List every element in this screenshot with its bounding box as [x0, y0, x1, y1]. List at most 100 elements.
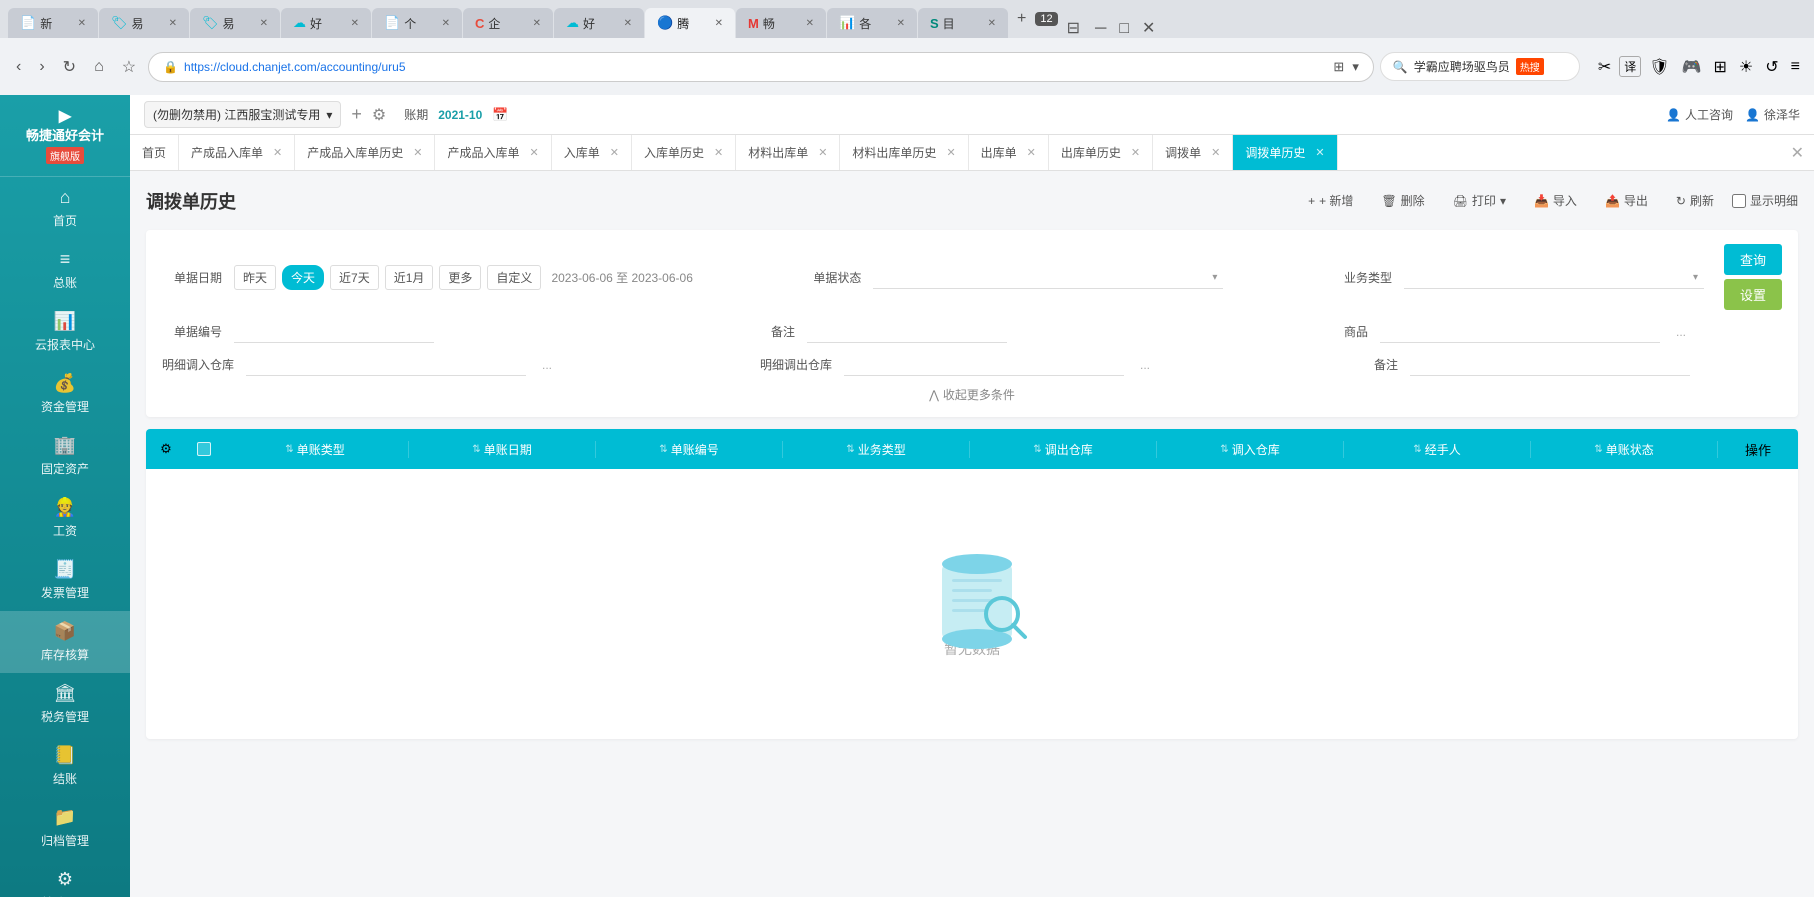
back-button[interactable]: ‹ — [10, 54, 27, 80]
page-tab-close-6[interactable]: ✕ — [818, 146, 827, 159]
close-icon[interactable]: ✕ — [1136, 18, 1161, 38]
th-checkbox[interactable] — [186, 442, 222, 456]
page-tab-close-3[interactable]: ✕ — [530, 146, 539, 159]
delete-button[interactable]: 🗑 删除 — [1371, 187, 1434, 214]
goods-ellipsis[interactable]: ... — [1672, 325, 1690, 339]
status-select[interactable] — [873, 266, 1223, 289]
show-all-button[interactable]: 显示明细 — [1732, 192, 1798, 209]
page-tab-11[interactable]: 调拨单历史 ✕ — [1233, 135, 1337, 171]
theme-icon[interactable]: ☀ — [1735, 55, 1757, 79]
undo-icon[interactable]: ↺ — [1761, 55, 1782, 79]
browser-tab-11[interactable]: S 目 ✕ — [918, 8, 1008, 38]
tab-list-icon[interactable]: ⊟ — [1059, 18, 1088, 38]
date-btn-today[interactable]: 今天 — [282, 265, 324, 290]
minimize-icon[interactable]: ─ — [1089, 20, 1112, 38]
remark2-input[interactable] — [1410, 353, 1690, 376]
address-dropdown-icon[interactable]: ▾ — [1352, 59, 1359, 75]
browser-tab-1[interactable]: 📄 新 ✕ — [8, 8, 98, 38]
sidebar-item-invoice[interactable]: 🧾 发票管理 — [0, 549, 130, 611]
doc-num-input[interactable] — [234, 320, 434, 343]
th-doc-status[interactable]: ⇅ 单账状态 — [1531, 441, 1718, 458]
browser-tab-5[interactable]: 📄 个 ✕ — [372, 8, 462, 38]
share-icon[interactable]: ⊞ — [1333, 59, 1344, 75]
filter-settings-button[interactable]: 设置 — [1724, 279, 1782, 310]
page-tab-close-5[interactable]: ✕ — [714, 146, 723, 159]
tab-close-4[interactable]: ✕ — [351, 18, 359, 29]
page-tab-10[interactable]: 调拨单 ✕ — [1153, 135, 1233, 171]
page-tab-close-8[interactable]: ✕ — [1027, 146, 1036, 159]
tab-close-3[interactable]: ✕ — [260, 18, 268, 29]
tab-close-10[interactable]: ✕ — [897, 18, 905, 29]
reload-button[interactable]: ↻ — [57, 53, 82, 81]
user-info[interactable]: 👤 徐泽华 — [1745, 106, 1800, 123]
calendar-icon[interactable]: 📅 — [492, 107, 508, 123]
tab-close-7[interactable]: ✕ — [624, 18, 632, 29]
page-tab-close-9[interactable]: ✕ — [1131, 146, 1140, 159]
date-btn-more[interactable]: 更多 — [439, 265, 481, 290]
bookmark-button[interactable]: ☆ — [116, 53, 142, 81]
date-btn-custom[interactable]: 自定义 — [487, 265, 541, 290]
shield-icon[interactable]: 🛡 — [1645, 55, 1673, 79]
detail-in-ellipsis[interactable]: ... — [538, 358, 556, 372]
translate-icon[interactable]: 译 — [1619, 56, 1641, 77]
settings-company-button[interactable]: ⚙ — [372, 105, 386, 125]
browser-tab-10[interactable]: 📊 各 ✕ — [827, 8, 917, 38]
new-button[interactable]: + + 新增 — [1298, 187, 1363, 214]
tab-close-11[interactable]: ✕ — [988, 18, 996, 29]
th-out-warehouse[interactable]: ⇅ 调出仓库 — [970, 441, 1157, 458]
maximize-icon[interactable]: □ — [1113, 20, 1135, 38]
home-button[interactable]: ⌂ — [88, 54, 110, 80]
remark-input[interactable] — [807, 320, 1007, 343]
sidebar-item-inventory[interactable]: 📦 库存核算 — [0, 611, 130, 673]
browser-tab-3[interactable]: 🏷 易 ✕ — [190, 8, 280, 38]
date-btn-7days[interactable]: 近7天 — [330, 265, 379, 290]
browser-tab-active[interactable]: 🔵 腾 ✕ — [645, 8, 735, 38]
page-tab-9[interactable]: 出库单历史 ✕ — [1049, 135, 1153, 171]
date-btn-1month[interactable]: 近1月 — [385, 265, 434, 290]
page-tab-5[interactable]: 入库单历史 ✕ — [632, 135, 736, 171]
th-biz-type[interactable]: ⇅ 业务类型 — [783, 441, 970, 458]
sidebar-item-tax[interactable]: 🏛 税务管理 — [0, 673, 130, 735]
grid-icon[interactable]: ⊞ — [1710, 55, 1731, 79]
detail-out-ellipsis[interactable]: ... — [1136, 358, 1154, 372]
close-all-tabs-button[interactable]: ✕ — [1781, 143, 1814, 163]
sidebar-item-settings[interactable]: ⚙ 基础设置 — [0, 859, 130, 897]
browser-tab-4[interactable]: ☁ 好 ✕ — [281, 8, 371, 38]
search-bar[interactable]: 🔍 学霸应聘场驱鸟员 热搜 — [1380, 52, 1580, 81]
page-tab-close-4[interactable]: ✕ — [610, 146, 619, 159]
page-tab-6[interactable]: 材料出库单 ✕ — [736, 135, 840, 171]
th-doc-num[interactable]: ⇅ 单账编号 — [596, 441, 783, 458]
browser-tab-9[interactable]: M 畅 ✕ — [736, 8, 826, 38]
page-tab-8[interactable]: 出库单 ✕ — [969, 135, 1049, 171]
detail-in-input[interactable] — [246, 353, 526, 376]
page-tab-home[interactable]: 首页 — [130, 135, 179, 171]
menu-icon[interactable]: ≡ — [1787, 56, 1804, 78]
select-all-checkbox[interactable] — [197, 442, 211, 456]
show-all-checkbox[interactable] — [1732, 194, 1746, 208]
goods-input[interactable] — [1380, 320, 1660, 343]
browser-tab-6[interactable]: C 企 ✕ — [463, 8, 553, 38]
th-gear[interactable]: ⚙ — [146, 441, 186, 457]
page-tab-close-11[interactable]: ✕ — [1315, 146, 1324, 159]
page-tab-2[interactable]: 产成品入库单历史 ✕ — [295, 135, 435, 171]
page-tab-3[interactable]: 产成品入库单 ✕ — [435, 135, 551, 171]
page-tab-7[interactable]: 材料出库单历史 ✕ — [840, 135, 968, 171]
page-tab-close-10[interactable]: ✕ — [1211, 146, 1220, 159]
tab-close-5[interactable]: ✕ — [442, 18, 450, 29]
th-doc-date[interactable]: ⇅ 单账日期 — [409, 441, 596, 458]
biz-type-select[interactable] — [1404, 266, 1704, 289]
print-button[interactable]: 🖨 打印 ▾ — [1443, 187, 1516, 214]
sidebar-item-home[interactable]: ⌂ 首页 — [0, 177, 130, 239]
tab-close-6[interactable]: ✕ — [533, 18, 541, 29]
sidebar-item-assets[interactable]: 🏢 固定资产 — [0, 425, 130, 487]
query-button[interactable]: 查询 — [1724, 244, 1782, 275]
export-button[interactable]: 📤 导出 — [1595, 187, 1658, 214]
sidebar-item-payroll[interactable]: 👷 工资 — [0, 487, 130, 549]
add-company-button[interactable]: + — [351, 104, 362, 125]
date-btn-yesterday[interactable]: 昨天 — [234, 265, 276, 290]
tab-close-1[interactable]: ✕ — [78, 18, 86, 29]
page-tab-close-2[interactable]: ✕ — [413, 146, 422, 159]
tab-close-2[interactable]: ✕ — [169, 18, 177, 29]
company-selector[interactable]: (勿删勿禁用) 江西服宝测试专用 ▾ — [144, 101, 341, 128]
sidebar-item-archive[interactable]: 📁 归档管理 — [0, 797, 130, 859]
